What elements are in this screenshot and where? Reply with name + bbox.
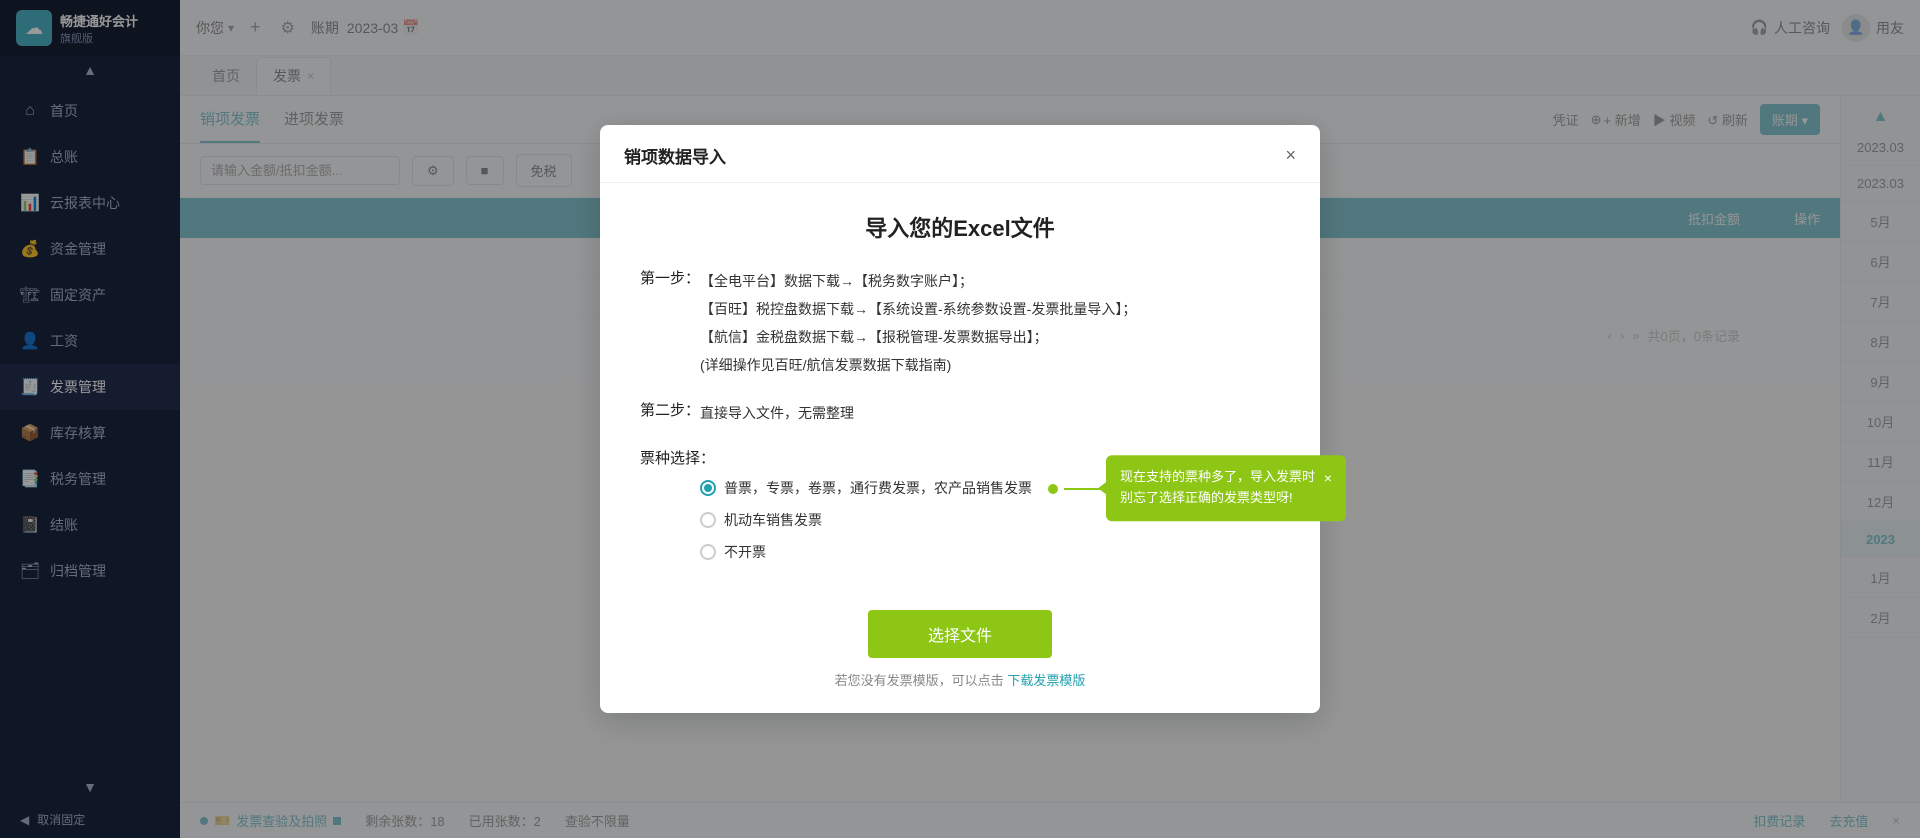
modal-footer: 选择文件 若您没有发票模版，可以点击 下载发票模版 [600, 594, 1320, 713]
step2-content: 直接导入文件，无需整理 [700, 399, 854, 427]
step2: 第二步： 直接导入文件，无需整理 [640, 399, 1280, 427]
select-file-button[interactable]: 选择文件 [868, 610, 1052, 658]
radio-option-1[interactable]: 普票，专票，卷票，通行费发票，农产品销售发票 × 现在支持的票种多了，导入发票时… [700, 478, 1280, 498]
radio-circle-2 [700, 512, 716, 528]
radio-group: 普票，专票，卷票，通行费发票，农产品销售发票 × 现在支持的票种多了，导入发票时… [640, 478, 1280, 562]
ticket-section: 票种选择： 普票，专票，卷票，通行费发票，农产品销售发票 [640, 447, 1280, 562]
step2-label: 第二步： [640, 399, 700, 420]
radio-circle-3 [700, 544, 716, 560]
tooltip-close-btn[interactable]: × [1324, 467, 1332, 489]
download-template-link[interactable]: 下载发票模版 [1007, 673, 1085, 688]
radio-circle-1 [700, 480, 716, 496]
step1: 第一步： 【全电平台】数据下载→【税务数字账户】； 【百旺】税控盘数据下载→【系… [640, 267, 1280, 379]
modal-dialog: 销项数据导入 × 导入您的Excel文件 第一步： 【全电平台】数据下载→【税务… [600, 125, 1320, 713]
step1-guide-link[interactable]: (详细操作见百旺/航信发票数据下载指南) [700, 357, 951, 373]
modal-main-title: 导入您的Excel文件 [640, 211, 1280, 243]
ticket-label: 票种选择： [640, 447, 715, 468]
download-hint: 若您没有发票模版，可以点击 下载发票模版 [835, 670, 1086, 689]
modal-title: 销项数据导入 [624, 143, 726, 168]
radio-dot-1 [704, 484, 712, 492]
tooltip-bubble: × 现在支持的票种多了，导入发票时别忘了选择正确的发票类型呀! [1106, 455, 1346, 521]
modal-header: 销项数据导入 × [600, 125, 1320, 183]
tooltip-arrow [1098, 482, 1106, 494]
modal-body: 导入您的Excel文件 第一步： 【全电平台】数据下载→【税务数字账户】； 【百… [600, 183, 1320, 594]
tooltip-dot [1048, 484, 1058, 494]
modal-close-button[interactable]: × [1285, 145, 1296, 166]
step1-label: 第一步： [640, 267, 700, 288]
step1-content: 【全电平台】数据下载→【税务数字账户】； 【百旺】税控盘数据下载→【系统设置-系… [700, 267, 1136, 379]
modal-overlay: 销项数据导入 × 导入您的Excel文件 第一步： 【全电平台】数据下载→【税务… [0, 0, 1920, 838]
radio-option-3[interactable]: 不开票 [700, 542, 1280, 562]
